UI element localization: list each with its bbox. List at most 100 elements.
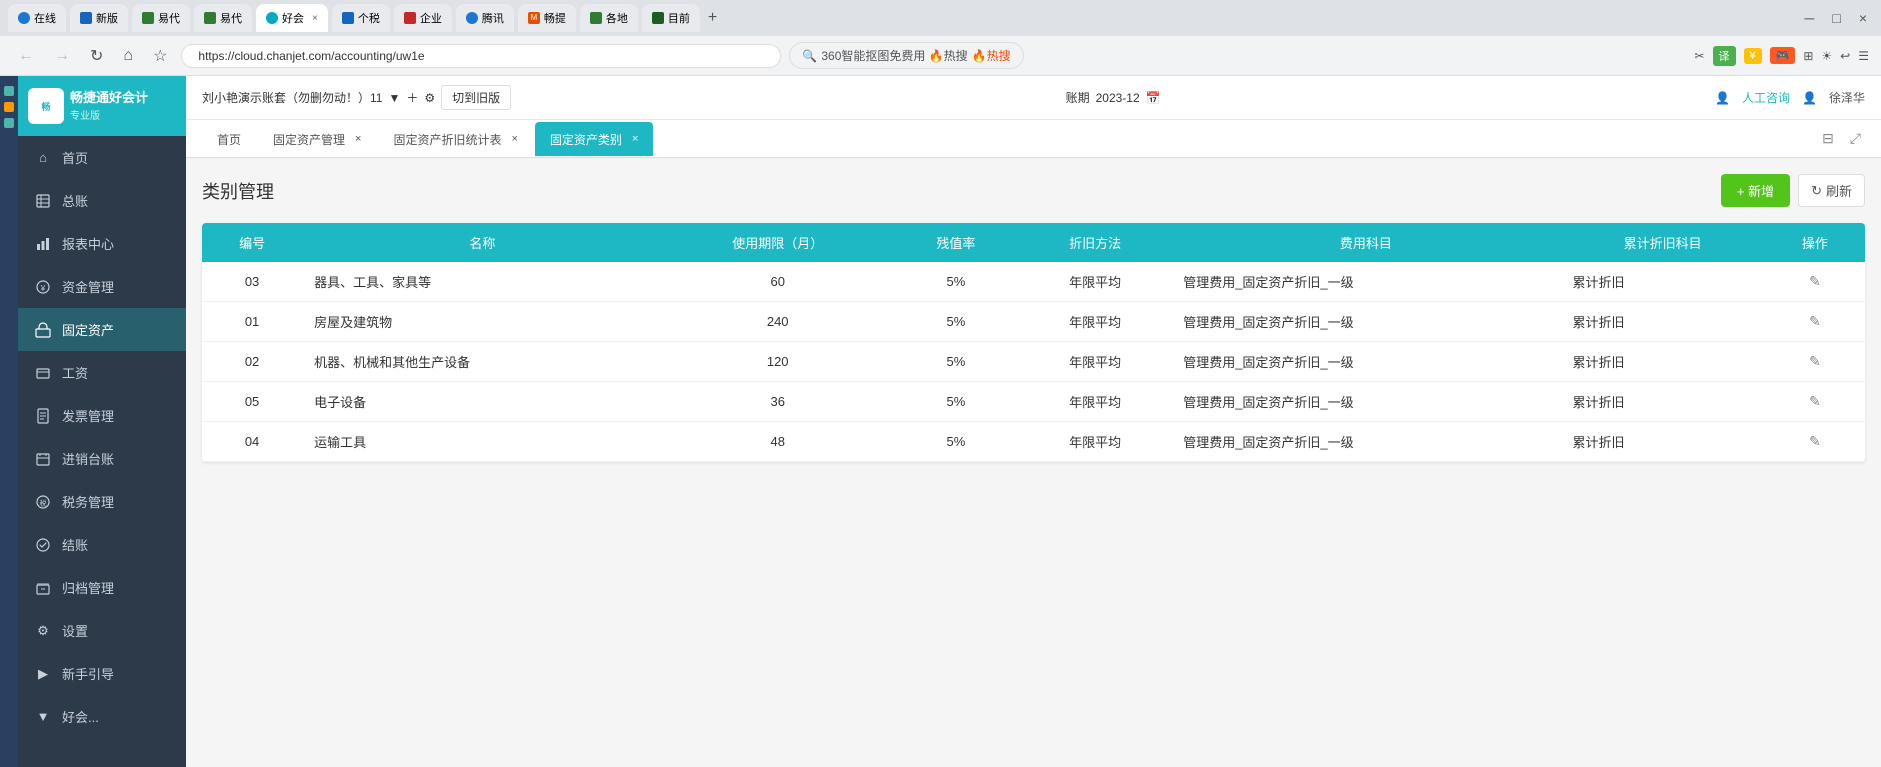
page-tab-close-3[interactable]: × — [632, 133, 638, 145]
browser-tab-2[interactable]: 易代 — [132, 4, 190, 32]
menu-icon[interactable]: ☰ — [1858, 49, 1869, 63]
tab-collapse-button[interactable]: ⊟ — [1818, 128, 1838, 149]
browser-tab-close-4[interactable]: × — [312, 13, 318, 24]
back-button[interactable]: ← — [12, 45, 40, 67]
sidebar-item-assets[interactable]: 固定资产 — [18, 308, 186, 351]
translate-icon[interactable]: 译 — [1713, 46, 1736, 66]
new-tab-button[interactable]: + — [704, 9, 721, 27]
cell-expense-1: 管理费用_固定资产折旧_一级 — [1171, 302, 1560, 342]
sidebar-item-settings[interactable]: ⚙ 设置 — [18, 609, 186, 652]
maximize-button[interactable]: □ — [1826, 8, 1846, 28]
edit-icon-0[interactable]: ✎ — [1809, 273, 1821, 290]
browser-tab-10[interactable]: 目前 — [642, 4, 700, 32]
brightness-icon[interactable]: ☀ — [1821, 49, 1832, 63]
user-info: 刘小艳演示账套（勿删勿动！）11 ▼ ＋ ⚙ 切到旧版 — [202, 85, 511, 110]
sidebar-item-tax[interactable]: 税 税务管理 — [18, 480, 186, 523]
currency-icon[interactable]: ¥ — [1744, 48, 1762, 64]
cell-action-2[interactable]: ✎ — [1765, 342, 1865, 382]
cell-method-3: 年限平均 — [1019, 382, 1171, 422]
cell-action-3[interactable]: ✎ — [1765, 382, 1865, 422]
page-tab-close-2[interactable]: × — [511, 133, 517, 145]
settings-icon: ⚙ — [34, 622, 52, 640]
sidebar-item-settle[interactable]: 结账 — [18, 523, 186, 566]
browser-tab-8[interactable]: M 畅提 — [518, 4, 576, 32]
cell-action-1[interactable]: ✎ — [1765, 302, 1865, 342]
calendar-icon[interactable]: 📅 — [1146, 91, 1161, 105]
settings-gear-icon[interactable]: ⚙ — [424, 91, 435, 105]
add-button[interactable]: + 新增 — [1721, 174, 1790, 207]
sidebar-label-invoice: 发票管理 — [62, 406, 114, 425]
add-account-icon[interactable]: ＋ — [406, 89, 418, 106]
ledger-icon — [34, 192, 52, 210]
dropdown-icon[interactable]: ▼ — [388, 91, 400, 105]
sidebar-item-archive[interactable]: 归档管理 — [18, 566, 186, 609]
page-tab-close-1[interactable]: × — [355, 133, 361, 145]
browser-tab-5[interactable]: 个税 — [332, 4, 390, 32]
consult-label[interactable]: 人工咨询 — [1742, 89, 1790, 106]
browser-tab-6[interactable]: 企业 — [394, 4, 452, 32]
grid-icon[interactable]: ⊞ — [1803, 49, 1813, 63]
browser-toolbar: ✂ 译 ¥ 🎮 ⊞ ☀ ↩ ☰ — [1694, 46, 1869, 66]
sidebar-item-purchase[interactable]: 进销台账 — [18, 437, 186, 480]
sidebar-item-report[interactable]: 报表中心 — [18, 222, 186, 265]
col-header-depreciation: 累计折旧科目 — [1561, 223, 1765, 262]
sidebar-item-salary[interactable]: 工资 — [18, 351, 186, 394]
browser-tab-7[interactable]: 腾讯 — [456, 4, 514, 32]
sidebar-label-guide: 新手引导 — [62, 664, 114, 683]
browser-tab-4[interactable]: 好会 × — [256, 4, 328, 32]
cell-action-0[interactable]: ✎ — [1765, 262, 1865, 302]
cell-months-1: 240 — [663, 302, 893, 342]
cell-salvage-1: 5% — [893, 302, 1019, 342]
page-tab-home[interactable]: 首页 — [202, 122, 256, 156]
user-avatar-icon: 👤 — [1802, 91, 1817, 105]
game-icon[interactable]: 🎮 — [1770, 47, 1796, 64]
page-tab-assets-mgmt[interactable]: 固定资产管理 × — [258, 122, 376, 156]
forward-button[interactable]: → — [48, 45, 76, 67]
cell-method-0: 年限平均 — [1019, 262, 1171, 302]
table-row: 04 运输工具 48 5% 年限平均 管理费用_固定资产折旧_一级 累计折旧 ✎ — [202, 422, 1865, 462]
page-tab-depreciation[interactable]: 固定资产折旧统计表 × — [378, 122, 532, 156]
cell-method-1: 年限平均 — [1019, 302, 1171, 342]
browser-tab-0[interactable]: 在线 — [8, 4, 66, 32]
sidebar-label-funds: 资金管理 — [62, 277, 114, 296]
hot-icon: 🔥热搜 — [972, 47, 1011, 64]
scissors-icon[interactable]: ✂ — [1694, 49, 1704, 63]
tab-expand-button[interactable]: ⤢ — [1846, 128, 1865, 149]
col-header-expense: 费用科目 — [1171, 223, 1560, 262]
cell-code-0: 03 — [202, 262, 302, 302]
page-tab-depreciation-label: 固定资产折旧统计表 — [393, 131, 501, 148]
browser-tab-9[interactable]: 各地 — [580, 4, 638, 32]
top-bar-right: 👤 人工咨询 👤 徐泽华 — [1715, 89, 1865, 106]
page-tab-category[interactable]: 固定资产类别 × — [535, 122, 653, 156]
cell-months-3: 36 — [663, 382, 893, 422]
browser-tab-3[interactable]: 易代 — [194, 4, 252, 32]
edit-icon-2[interactable]: ✎ — [1809, 353, 1821, 370]
sidebar-label-ledger: 总账 — [62, 191, 88, 210]
sidebar-item-more[interactable]: ▼ 好会... — [18, 695, 186, 738]
close-window-button[interactable]: × — [1853, 8, 1873, 28]
page-header: 类别管理 + 新增 ↻ 刷新 — [202, 174, 1865, 207]
sidebar-item-ledger[interactable]: 总账 — [18, 179, 186, 222]
col-header-action: 操作 — [1765, 223, 1865, 262]
refresh-button[interactable]: ↻ 刷新 — [1798, 174, 1865, 207]
invoice-icon — [34, 407, 52, 425]
cell-expense-0: 管理费用_固定资产折旧_一级 — [1171, 262, 1560, 302]
sidebar-item-guide[interactable]: ▶ 新手引导 — [18, 652, 186, 695]
purchase-icon — [34, 450, 52, 468]
edit-icon-4[interactable]: ✎ — [1809, 433, 1821, 450]
sidebar-label-archive: 归档管理 — [62, 578, 114, 597]
edit-icon-1[interactable]: ✎ — [1809, 313, 1821, 330]
sidebar-item-home[interactable]: ⌂ 首页 — [18, 136, 186, 179]
undo-icon[interactable]: ↩ — [1840, 49, 1850, 63]
cell-action-4[interactable]: ✎ — [1765, 422, 1865, 462]
home-nav-button[interactable]: ⌂ — [117, 45, 139, 67]
bookmark-button[interactable]: ☆ — [147, 44, 173, 68]
reload-button[interactable]: ↻ — [84, 44, 109, 68]
sidebar-item-funds[interactable]: ¥ 资金管理 — [18, 265, 186, 308]
browser-tab-1[interactable]: 新版 — [70, 4, 128, 32]
sidebar-item-invoice[interactable]: 发票管理 — [18, 394, 186, 437]
url-input[interactable] — [181, 44, 781, 68]
switch-to-old-button[interactable]: 切到旧版 — [441, 85, 511, 110]
minimize-button[interactable]: ─ — [1798, 8, 1820, 28]
edit-icon-3[interactable]: ✎ — [1809, 393, 1821, 410]
